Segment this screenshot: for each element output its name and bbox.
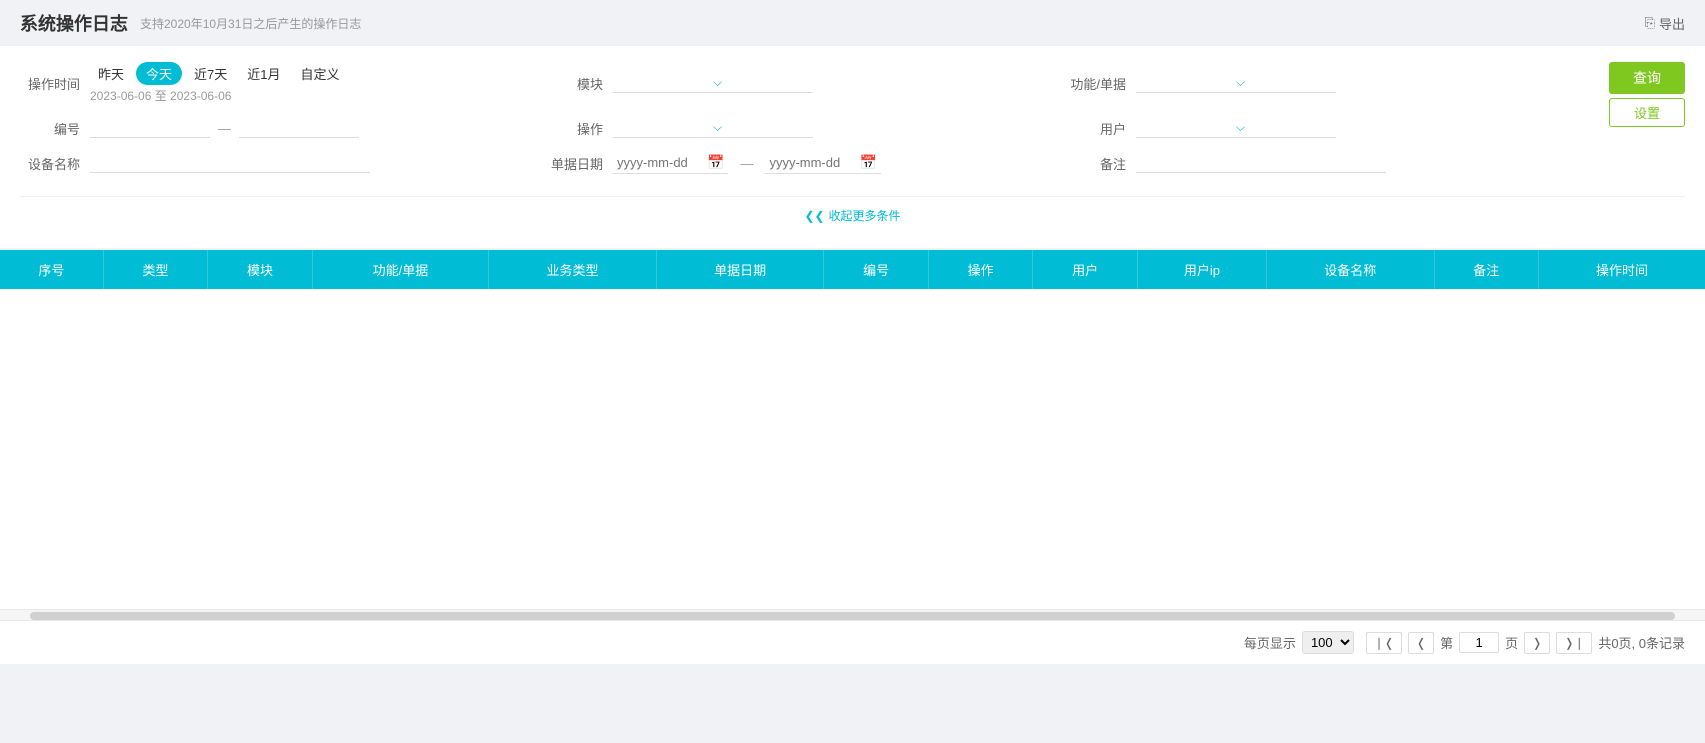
col-userip: 用户ip <box>1137 250 1266 289</box>
total-label: 共0页, 0条记录 <box>1598 633 1685 652</box>
time-btn-custom[interactable]: 自定义 <box>293 62 348 85</box>
doc-date-start-wrap: 📅 <box>613 152 728 174</box>
filter-grid: 操作时间 昨天 今天 近7天 近1月 自定义 2023-06-06 至 2023… <box>20 62 1589 188</box>
action-buttons: 查询 设置 <box>1589 62 1685 127</box>
col-seq: 序号 <box>0 250 103 289</box>
doc-date-label: 单据日期 <box>543 154 613 173</box>
per-page-label: 每页显示 <box>1244 633 1296 652</box>
page-label: 第 <box>1440 633 1453 652</box>
operation-label: 操作 <box>543 119 613 138</box>
feature-select[interactable]: ⌵ <box>1136 73 1336 93</box>
time-label: 操作时间 <box>20 74 90 93</box>
data-table: 序号 类型 模块 功能/单据 业务类型 单据日期 编号 操作 用户 用户ip 设… <box>0 250 1705 289</box>
collapse-chevron-icon: ❮❮ <box>804 209 824 223</box>
calendar-end-icon[interactable]: 📅 <box>859 154 876 171</box>
col-optime: 操作时间 <box>1539 250 1705 289</box>
module-label: 模块 <box>543 74 613 93</box>
time-btn-today[interactable]: 今天 <box>136 62 182 85</box>
col-user: 用户 <box>1033 250 1137 289</box>
time-btn-yesterday[interactable]: 昨天 <box>90 62 132 85</box>
empty-area <box>0 289 1705 609</box>
doc-date-start-input[interactable] <box>617 155 707 170</box>
col-docdate: 单据日期 <box>656 250 824 289</box>
device-label: 设备名称 <box>20 154 90 173</box>
device-filter-cell: 设备名称 <box>20 153 543 173</box>
feature-filter-cell: 功能/单据 ⌵ <box>1066 73 1589 93</box>
export-icon: ⎘ <box>1645 15 1655 31</box>
col-feature: 功能/单据 <box>312 250 488 289</box>
collapse-button[interactable]: ❮❮ 收起更多条件 <box>20 203 1685 232</box>
filter-area: 操作时间 昨天 今天 近7天 近1月 自定义 2023-06-06 至 2023… <box>0 46 1705 248</box>
user-select[interactable]: ⌵ <box>1136 118 1336 138</box>
operation-dropdown-icon: ⌵ <box>713 120 809 135</box>
time-btn-1month[interactable]: 近1月 <box>239 62 288 85</box>
pagination: 每页显示 100 ❘❬ ❬ 第 页 ❭ ❭❘ 共0页, 0条记录 <box>0 621 1705 664</box>
time-buttons: 昨天 今天 近7天 近1月 自定义 <box>90 62 348 85</box>
user-dropdown-icon: ⌵ <box>1236 120 1332 135</box>
filter-main: 操作时间 昨天 今天 近7天 近1月 自定义 2023-06-06 至 2023… <box>20 62 1685 188</box>
page-subtitle: 支持2020年10月31日之后产生的操作日志 <box>140 15 361 32</box>
col-device: 设备名称 <box>1266 250 1434 289</box>
operation-select[interactable]: ⌵ <box>613 118 813 138</box>
operation-filter-cell: 操作 ⌵ <box>543 118 1066 138</box>
page-prev-button[interactable]: ❬ <box>1408 632 1434 654</box>
module-dropdown-icon: ⌵ <box>713 75 809 90</box>
page-title: 系统操作日志 <box>20 10 128 36</box>
page-first-button[interactable]: ❘❬ <box>1366 632 1402 654</box>
date-range-display: 2023-06-06 至 2023-06-06 <box>90 87 348 104</box>
remark-input[interactable] <box>1136 153 1386 173</box>
per-page-select[interactable]: 100 <box>1302 631 1354 654</box>
doc-date-end-wrap: 📅 <box>765 152 880 174</box>
col-module: 模块 <box>208 250 312 289</box>
col-biztype: 业务类型 <box>489 250 657 289</box>
device-input[interactable] <box>90 153 370 173</box>
page-next-button[interactable]: ❭ <box>1524 632 1550 654</box>
horizontal-scrollbar[interactable] <box>0 609 1705 621</box>
time-filter-cell: 操作时间 昨天 今天 近7天 近1月 自定义 2023-06-06 至 2023… <box>20 62 543 104</box>
module-filter-cell: 模块 ⌵ <box>543 73 1066 93</box>
user-label: 用户 <box>1066 119 1136 138</box>
feature-dropdown-icon: ⌵ <box>1236 75 1332 90</box>
col-remark: 备注 <box>1434 250 1538 289</box>
number-separator: — <box>210 121 239 136</box>
number-input-end[interactable] <box>239 118 359 138</box>
doc-date-filter-cell: 单据日期 📅 — 📅 <box>543 152 1066 174</box>
doc-date-end-input[interactable] <box>769 155 859 170</box>
table-container: 序号 类型 模块 功能/单据 业务类型 单据日期 编号 操作 用户 用户ip 设… <box>0 250 1705 609</box>
remark-filter-cell: 备注 <box>1066 153 1589 173</box>
title-area: 系统操作日志 支持2020年10月31日之后产生的操作日志 <box>20 10 361 36</box>
number-filter-cell: 编号 — <box>20 118 543 138</box>
date-separator: — <box>732 156 761 171</box>
time-btn-7days[interactable]: 近7天 <box>186 62 235 85</box>
scrollbar-thumb[interactable] <box>30 612 1675 620</box>
page-suffix: 页 <box>1505 633 1518 652</box>
page-header: 系统操作日志 支持2020年10月31日之后产生的操作日志 ⎘ 导出 <box>0 0 1705 46</box>
module-select[interactable]: ⌵ <box>613 73 813 93</box>
query-button[interactable]: 查询 <box>1609 62 1685 94</box>
feature-label: 功能/单据 <box>1066 74 1136 93</box>
user-filter-cell: 用户 ⌵ <box>1066 118 1589 138</box>
export-button[interactable]: ⎘ 导出 <box>1645 14 1685 33</box>
filter-row-1: 操作时间 昨天 今天 近7天 近1月 自定义 2023-06-06 至 2023… <box>20 62 1589 104</box>
calendar-start-icon[interactable]: 📅 <box>707 154 724 171</box>
doc-date-group: 📅 — 📅 <box>613 152 881 174</box>
col-operation: 操作 <box>928 250 1032 289</box>
page-number-input[interactable] <box>1459 632 1499 653</box>
filter-row-3: 设备名称 单据日期 📅 — 📅 <box>20 152 1589 174</box>
collapse-area: ❮❮ 收起更多条件 <box>20 196 1685 232</box>
table-header: 序号 类型 模块 功能/单据 业务类型 单据日期 编号 操作 用户 用户ip 设… <box>0 250 1705 289</box>
remark-label: 备注 <box>1066 154 1136 173</box>
filter-row-2: 编号 — 操作 ⌵ 用户 <box>20 118 1589 138</box>
table-header-row: 序号 类型 模块 功能/单据 业务类型 单据日期 编号 操作 用户 用户ip 设… <box>0 250 1705 289</box>
page-last-button[interactable]: ❭❘ <box>1556 632 1592 654</box>
col-number: 编号 <box>824 250 928 289</box>
col-type: 类型 <box>103 250 207 289</box>
time-group: 昨天 今天 近7天 近1月 自定义 2023-06-06 至 2023-06-0… <box>90 62 348 104</box>
settings-button[interactable]: 设置 <box>1609 98 1685 127</box>
number-label: 编号 <box>20 119 90 138</box>
number-input-start[interactable] <box>90 118 210 138</box>
